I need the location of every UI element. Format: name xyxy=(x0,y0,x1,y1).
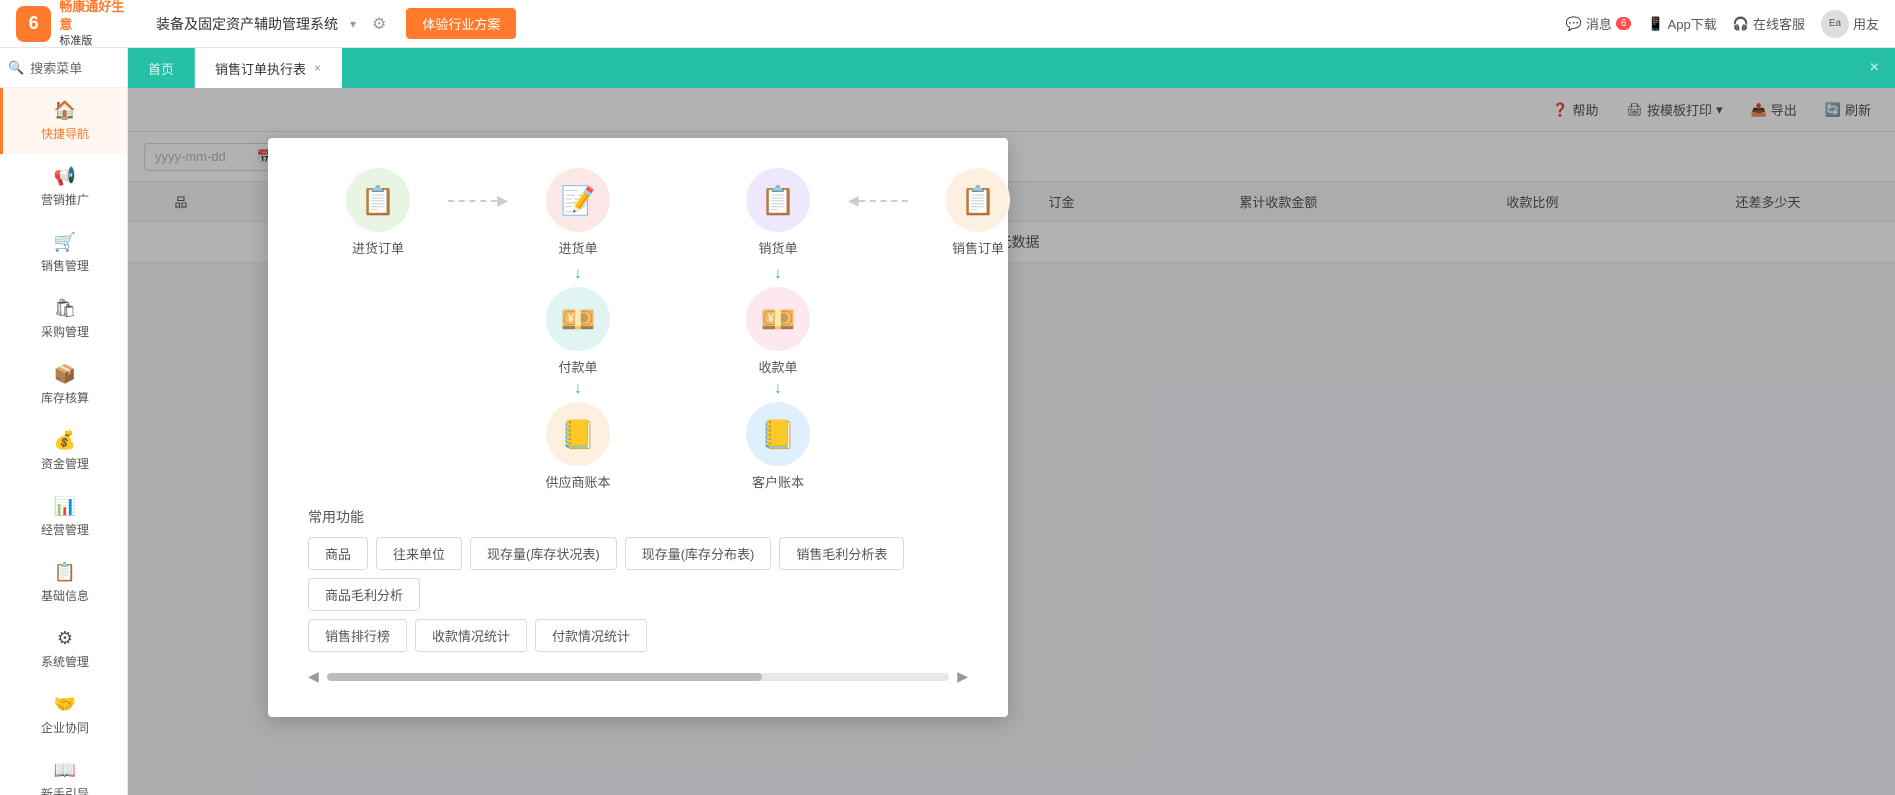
sidebar-item-operations[interactable]: 📊 经营管理 xyxy=(0,484,127,550)
message-icon: 💬 xyxy=(1566,16,1582,32)
down-arrow-sales: ↓ xyxy=(708,265,848,283)
sidebar-item-purchase[interactable]: 🛍 采购管理 xyxy=(0,286,127,352)
marketing-icon: 📢 xyxy=(54,166,76,187)
sidebar-item-beginner[interactable]: 📖 新手引导 xyxy=(0,748,127,795)
down-arrow-payment: ↓ xyxy=(508,380,648,398)
scrollbar-thumb xyxy=(327,673,763,681)
flow-mid-row: 💴 付款单 💴 收款单 xyxy=(308,287,968,376)
message-badge: 6 xyxy=(1616,17,1632,30)
flow-node-payment[interactable]: 💴 付款单 xyxy=(508,287,648,376)
tab-sales-order-exec[interactable]: 销售订单执行表 × xyxy=(195,48,342,88)
logo-area: 6 畅康通好生意 标准版 xyxy=(16,0,136,49)
download-icon: 📱 xyxy=(1647,16,1663,32)
sidebar-item-finance[interactable]: 💰 资金管理 xyxy=(0,418,127,484)
message-item[interactable]: 💬 消息 6 xyxy=(1566,14,1632,33)
page-content: ❓ 帮助 🖨 按模板打印 ▾ 📤 导出 🔄 刷新 xyxy=(128,88,1895,795)
common-functions-title: 常用功能 xyxy=(308,507,968,527)
flow-node-sales-order[interactable]: 📋 销售订单 xyxy=(908,168,1048,257)
sales-bill-circle[interactable]: 📋 xyxy=(746,168,810,232)
inventory-icon: 📦 xyxy=(54,364,76,385)
purchase-icon: 🛍 xyxy=(54,298,77,319)
receipt-circle[interactable]: 💴 xyxy=(746,287,810,351)
func-btn-receipt-stats[interactable]: 收款情况统计 xyxy=(415,619,527,652)
tab-bar: 首页 销售订单执行表 × × xyxy=(128,48,1895,88)
app-download-item[interactable]: 📱 App下载 xyxy=(1647,14,1716,33)
func-btn-product-profit[interactable]: 商品毛利分析 xyxy=(308,578,420,611)
system-icon: ⚙ xyxy=(57,628,73,649)
flow-node-sales-bill[interactable]: 📋 销货单 xyxy=(708,168,848,257)
payment-circle[interactable]: 💴 xyxy=(546,287,610,351)
modal-overlay: 📋 进货订单 ▶ 📝 xyxy=(128,88,1895,795)
sidebar-item-marketing[interactable]: 📢 营销推广 xyxy=(0,154,127,220)
func-btn-product[interactable]: 商品 xyxy=(308,537,368,570)
down-arrow-receipt: ↓ xyxy=(708,380,848,398)
flow-bottom-row: 📒 供应商账本 📒 客户账本 xyxy=(308,402,968,491)
scroll-right-arrow[interactable]: ▶ xyxy=(957,668,968,685)
sales-icon: 🛒 xyxy=(54,232,76,253)
flow-modal: 📋 进货订单 ▶ 📝 xyxy=(268,138,1008,717)
customer-ledger-circle[interactable]: 📒 xyxy=(746,402,810,466)
func-btn-payment-stats[interactable]: 付款情况统计 xyxy=(535,619,647,652)
flow-node-receipt[interactable]: 💴 收款单 xyxy=(708,287,848,376)
beginner-icon: 📖 xyxy=(54,760,76,781)
arrow-purchase-order-to-bill: ▶ xyxy=(448,192,508,233)
common-functions: 常用功能 商品 往来单位 现存量(库存状况表) 现存量(库存分布表) 销售毛利分… xyxy=(308,507,968,652)
search-icon: 🔍 xyxy=(8,60,24,76)
func-buttons-row1: 商品 往来单位 现存量(库存状况表) 现存量(库存分布表) 销售毛利分析表 商品… xyxy=(308,537,968,611)
func-btn-stock-dist[interactable]: 现存量(库存分布表) xyxy=(625,537,772,570)
header-right: 💬 消息 6 📱 App下载 🎧 在线客服 Ea 用友 xyxy=(1566,10,1879,38)
scroll-left-arrow[interactable]: ◀ xyxy=(308,668,319,685)
flow-node-customer-ledger[interactable]: 📒 客户账本 xyxy=(708,402,848,491)
flow-node-supplier-ledger[interactable]: 📒 供应商账本 xyxy=(508,402,648,491)
avatar: Ea xyxy=(1821,10,1849,38)
scrollbar-track[interactable] xyxy=(327,673,949,681)
system-dropdown-icon[interactable]: ▾ xyxy=(350,17,356,31)
operations-icon: 📊 xyxy=(54,496,76,517)
func-btn-partner[interactable]: 往来单位 xyxy=(376,537,462,570)
sales-order-circle[interactable]: 📋 xyxy=(946,168,1010,232)
close-all-tabs[interactable]: × xyxy=(1854,59,1895,77)
sidebar-item-system[interactable]: ⚙ 系统管理 xyxy=(0,616,127,682)
arrow-sales-order-to-bill: ◀ xyxy=(848,192,908,233)
tab-home[interactable]: 首页 xyxy=(128,48,195,88)
sidebar: 🔍 搜索菜单 🏠 快捷导航 📢 营销推广 🛒 销售管理 🛍 采购管理 📦 xyxy=(0,48,128,795)
service-icon: 🎧 xyxy=(1733,16,1749,32)
online-service-item[interactable]: 🎧 在线客服 xyxy=(1733,14,1805,33)
sidebar-item-basic-info[interactable]: 📋 基础信息 xyxy=(0,550,127,616)
finance-icon: 💰 xyxy=(54,430,76,451)
sidebar-item-quick-nav[interactable]: 🏠 快捷导航 xyxy=(0,88,127,154)
func-btn-sales-rank[interactable]: 销售排行榜 xyxy=(308,619,407,652)
sidebar-item-enterprise[interactable]: 🤝 企业协同 xyxy=(0,682,127,748)
supplier-ledger-circle[interactable]: 📒 xyxy=(546,402,610,466)
flow-top-row: 📋 进货订单 ▶ 📝 xyxy=(308,168,968,257)
modal-scrollbar: ◀ ▶ xyxy=(308,660,968,697)
func-btn-sales-profit[interactable]: 销售毛利分析表 xyxy=(779,537,904,570)
trial-button[interactable]: 体验行业方案 xyxy=(406,8,516,39)
logo-icon: 6 xyxy=(16,6,51,42)
func-buttons-row2: 销售排行榜 收款情况统计 付款情况统计 xyxy=(308,619,968,652)
down-arrow-purchase: ↓ xyxy=(508,265,648,283)
enterprise-icon: 🤝 xyxy=(54,694,76,715)
close-tab-icon[interactable]: × xyxy=(314,61,321,75)
basic-info-icon: 📋 xyxy=(54,562,76,583)
sidebar-item-inventory[interactable]: 📦 库存核算 xyxy=(0,352,127,418)
sidebar-item-sales[interactable]: 🛒 销售管理 xyxy=(0,220,127,286)
func-btn-stock-status[interactable]: 现存量(库存状况表) xyxy=(470,537,617,570)
purchase-order-circle[interactable]: 📋 xyxy=(346,168,410,232)
system-settings-icon[interactable]: ⚙ xyxy=(372,14,386,34)
logo-text: 畅康通好生意 标准版 xyxy=(59,0,136,49)
flow-node-purchase-bill[interactable]: 📝 进货单 xyxy=(508,168,648,257)
mid-arrows-row: ↓ ↓ xyxy=(308,265,968,283)
purchase-bill-circle[interactable]: 📝 xyxy=(546,168,610,232)
system-title: 装备及固定资产辅助管理系统 xyxy=(156,14,338,34)
user-item[interactable]: Ea 用友 xyxy=(1821,10,1879,38)
search-menu[interactable]: 🔍 搜索菜单 xyxy=(0,48,127,88)
quick-nav-icon: 🏠 xyxy=(54,100,76,121)
flow-node-purchase-order[interactable]: 📋 进货订单 xyxy=(308,168,448,257)
bottom-arrows-row: ↓ ↓ xyxy=(308,380,968,398)
